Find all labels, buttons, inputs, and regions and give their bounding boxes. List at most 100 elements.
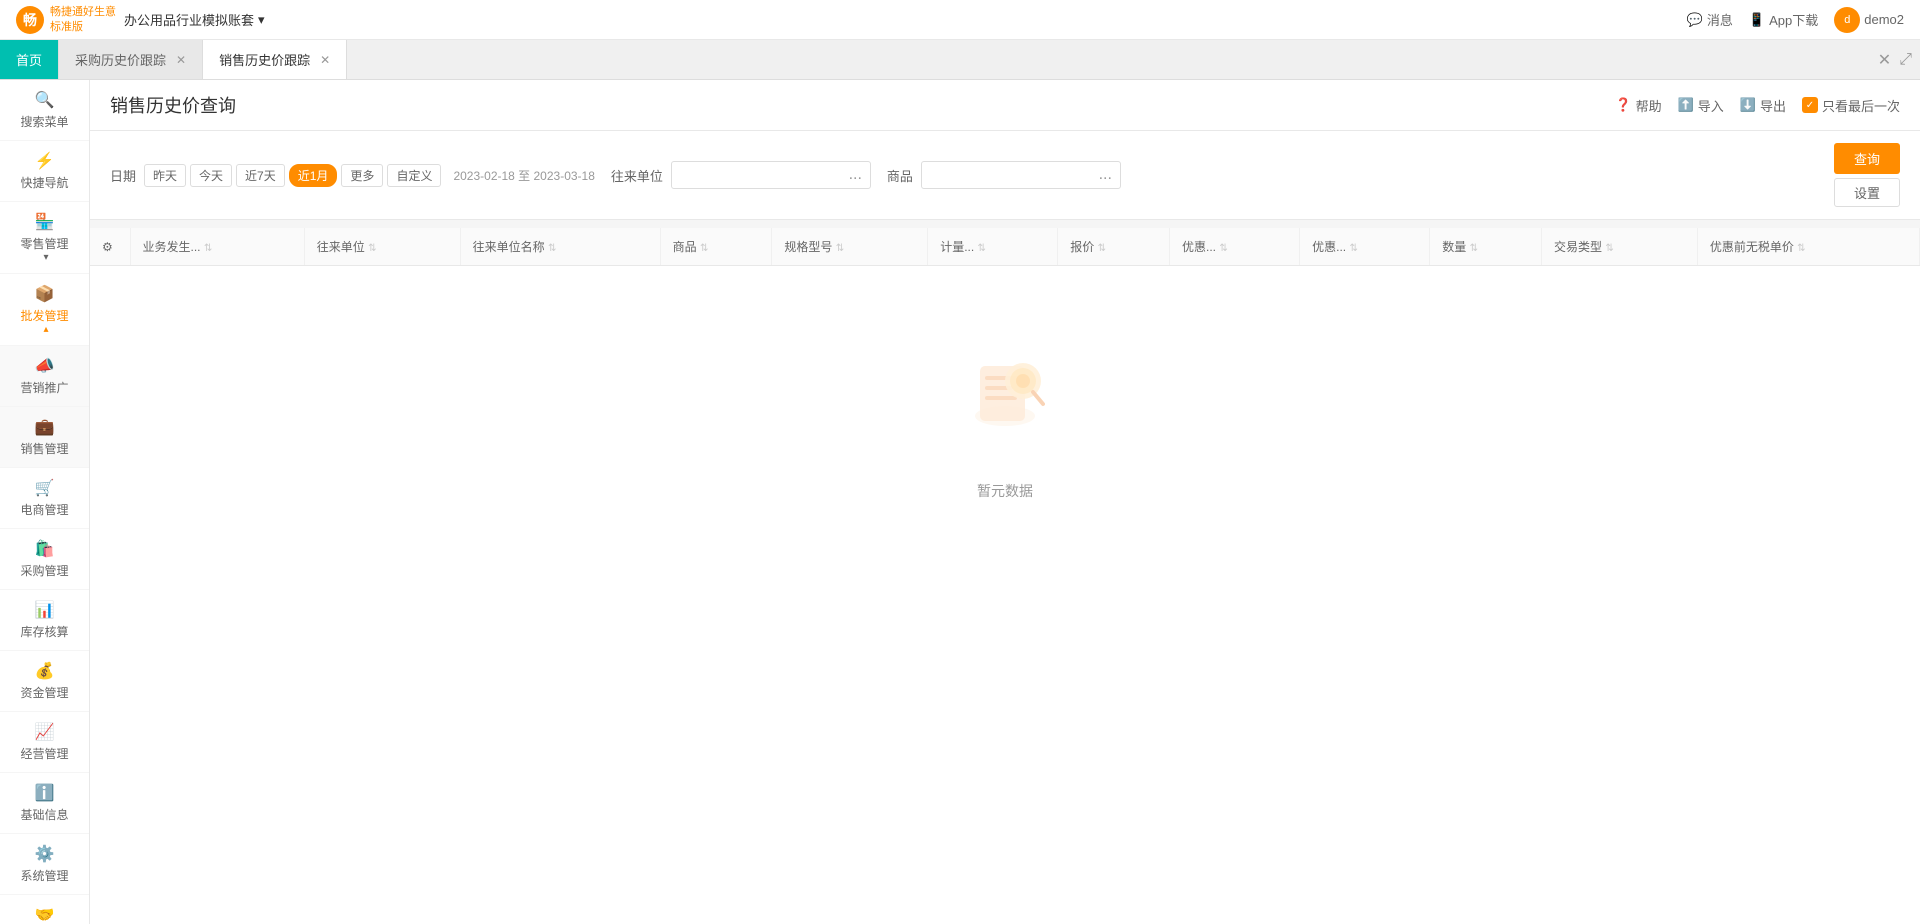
empty-icon <box>955 346 1055 465</box>
app-download-button[interactable]: 📱 App下载 <box>1749 10 1818 29</box>
message-icon: 💬 <box>1687 12 1703 28</box>
sort-icon: ⇅ <box>1470 243 1478 254</box>
table-col-discount2[interactable]: 优惠... ⇅ <box>1300 228 1430 266</box>
sidebar-item-sales-mgmt-label: 销售管理 <box>20 440 68 457</box>
logo-area: 畅 畅捷通好生意 标准版 <box>16 5 116 34</box>
only-last-checkbox[interactable]: ✓ 只看最后一次 <box>1802 96 1900 115</box>
sidebar-item-inventory[interactable]: 📊 库存核算 <box>0 590 89 651</box>
table-col-gear[interactable]: ⚙ <box>90 228 130 266</box>
maximize-tab-action[interactable]: ⤢ <box>1899 51 1912 69</box>
filter-bar: 日期 昨天 今天 近7天 近1月 更多 自定义 2023-02-18 至 202… <box>90 131 1920 220</box>
sidebar-item-operation[interactable]: 📈 经营管理 <box>0 712 89 773</box>
goods-filter-dots: ... <box>1099 166 1112 184</box>
tab-sales-history[interactable]: 销售历史价跟踪 ✕ <box>203 40 347 79</box>
tab-purchase-history-close[interactable]: ✕ <box>176 53 186 67</box>
page-header: 销售历史价查询 ❓ 帮助 ⬆️ 导入 ⬇️ 导出 ✓ 只看最后一次 <box>90 80 1920 131</box>
tab-sales-history-close[interactable]: ✕ <box>320 53 330 67</box>
main-layout: 🔍 搜索菜单 ⚡ 快捷导航 🏪 零售管理 ▾ 📦 批发管理 ▴ 📣 营销推广 💼… <box>0 80 1920 924</box>
sidebar-item-purchase[interactable]: 🛍️ 采购管理 <box>0 529 89 590</box>
ecommerce-icon: 🛒 <box>35 478 55 498</box>
sidebar-item-operation-label: 经营管理 <box>20 745 68 762</box>
topbar-left: 畅 畅捷通好生意 标准版 办公用品行业模拟账套 ▾ <box>16 5 265 34</box>
table-col-goods[interactable]: 商品 ⇅ <box>660 228 772 266</box>
empty-state: 暂元数据 <box>90 266 1920 581</box>
export-button[interactable]: ⬇️ 导出 <box>1740 96 1786 115</box>
date-btn-custom[interactable]: 自定义 <box>387 164 441 187</box>
date-buttons: 昨天 今天 近7天 近1月 更多 自定义 <box>144 164 441 187</box>
import-icon: ⬆️ <box>1678 97 1694 113</box>
table-col-spec[interactable]: 规格型号 ⇅ <box>772 228 928 266</box>
basic-icon: ℹ️ <box>35 783 55 803</box>
table-col-biz-date[interactable]: 业务发生... ⇅ <box>130 228 304 266</box>
date-filter-label: 日期 <box>110 166 136 185</box>
table-col-quote[interactable]: 报价 ⇅ <box>1058 228 1170 266</box>
table-container: ⚙ 业务发生... ⇅ 往来单位 ⇅ 往来单位名称 ⇅ <box>90 228 1920 924</box>
sidebar-item-sales-mgmt[interactable]: 💼 销售管理 <box>0 407 89 468</box>
sidebar-item-ecommerce[interactable]: 🛒 电商管理 <box>0 468 89 529</box>
data-table: ⚙ 业务发生... ⇅ 往来单位 ⇅ 往来单位名称 ⇅ <box>90 228 1920 266</box>
tab-purchase-history[interactable]: 采购历史价跟踪 ✕ <box>59 40 203 79</box>
sidebar-item-enterprise[interactable]: 🤝 企业协同 <box>0 895 89 924</box>
goods-filter-field[interactable]: ... <box>921 161 1121 189</box>
sidebar-item-ecommerce-label: 电商管理 <box>20 501 68 518</box>
sidebar-item-purchase-label: 采购管理 <box>20 562 68 579</box>
sort-icon: ⇅ <box>1605 243 1613 254</box>
date-btn-last1m[interactable]: 近1月 <box>289 164 338 187</box>
sidebar-item-search[interactable]: 🔍 搜索菜单 <box>0 80 89 141</box>
date-range-display: 2023-02-18 至 2023-03-18 <box>453 167 594 184</box>
sidebar-item-retail[interactable]: 🏪 零售管理 ▾ <box>0 202 89 274</box>
help-icon: ❓ <box>1615 97 1631 113</box>
wholesale-icon: 📦 <box>35 284 55 304</box>
filter-actions: 查询 设置 <box>1834 143 1900 207</box>
sidebar-item-wholesale[interactable]: 📦 批发管理 ▴ <box>0 274 89 346</box>
chevron-up-icon: ▴ <box>43 324 48 335</box>
sort-icon: ⇅ <box>204 243 212 254</box>
date-btn-yesterday[interactable]: 昨天 <box>144 164 186 187</box>
partner-filter-group: 往来单位 ... <box>611 161 871 189</box>
goods-filter-label: 商品 <box>887 166 913 185</box>
user-menu[interactable]: d demo2 <box>1834 7 1904 33</box>
content-area: 销售历史价查询 ❓ 帮助 ⬆️ 导入 ⬇️ 导出 ✓ 只看最后一次 <box>90 80 1920 924</box>
date-btn-more[interactable]: 更多 <box>341 164 383 187</box>
date-btn-last7[interactable]: 近7天 <box>236 164 285 187</box>
table-col-qty[interactable]: 数量 ⇅ <box>1430 228 1542 266</box>
date-filter-group: 日期 昨天 今天 近7天 近1月 更多 自定义 2023-02-18 至 202… <box>110 164 595 187</box>
tab-home[interactable]: 首页 <box>0 40 59 79</box>
chevron-down-icon: ▾ <box>43 252 48 263</box>
sidebar-item-finance-label: 资金管理 <box>20 684 68 701</box>
message-button[interactable]: 💬 消息 <box>1687 10 1733 29</box>
tabbar: 首页 采购历史价跟踪 ✕ 销售历史价跟踪 ✕ ✕ ⤢ <box>0 40 1920 80</box>
sidebar-item-shortcut-label: 快捷导航 <box>20 174 68 191</box>
table-col-partner-name[interactable]: 往来单位名称 ⇅ <box>460 228 660 266</box>
table-col-unit[interactable]: 计量... ⇅ <box>928 228 1058 266</box>
sidebar-item-marketing-label: 营销推广 <box>20 379 68 396</box>
checkbox-checked-icon: ✓ <box>1802 97 1818 113</box>
retail-icon: 🏪 <box>35 212 55 232</box>
settings-button[interactable]: 设置 <box>1834 178 1900 207</box>
date-btn-today[interactable]: 今天 <box>190 164 232 187</box>
table-col-trade-type[interactable]: 交易类型 ⇅ <box>1541 228 1697 266</box>
sort-icon: ⇅ <box>836 243 844 254</box>
query-button[interactable]: 查询 <box>1834 143 1900 174</box>
enterprise-icon: 🤝 <box>35 905 55 924</box>
sidebar-item-system[interactable]: ⚙️ 系统管理 <box>0 834 89 895</box>
sort-icon: ⇅ <box>1349 243 1357 254</box>
close-tab-action[interactable]: ✕ <box>1878 50 1891 70</box>
sidebar-item-marketing[interactable]: 📣 营销推广 <box>0 346 89 407</box>
partner-filter-field[interactable]: ... <box>671 161 871 189</box>
sidebar-item-basic-label: 基础信息 <box>20 806 68 823</box>
system-icon: ⚙️ <box>35 844 55 864</box>
table-col-pre-tax[interactable]: 优惠前无税单价 ⇅ <box>1697 228 1919 266</box>
sidebar-item-basic[interactable]: ℹ️ 基础信息 <box>0 773 89 834</box>
marketing-icon: 📣 <box>35 356 55 376</box>
table-col-discount1[interactable]: 优惠... ⇅ <box>1170 228 1300 266</box>
import-button[interactable]: ⬆️ 导入 <box>1678 96 1724 115</box>
shortcut-icon: ⚡ <box>35 151 55 171</box>
sidebar: 🔍 搜索菜单 ⚡ 快捷导航 🏪 零售管理 ▾ 📦 批发管理 ▴ 📣 营销推广 💼… <box>0 80 90 924</box>
sidebar-item-finance[interactable]: 💰 资金管理 <box>0 651 89 712</box>
help-button[interactable]: ❓ 帮助 <box>1615 96 1661 115</box>
tab-sales-history-label: 销售历史价跟踪 <box>219 50 310 69</box>
table-col-partner-code[interactable]: 往来单位 ⇅ <box>304 228 460 266</box>
sidebar-item-shortcut[interactable]: ⚡ 快捷导航 <box>0 141 89 202</box>
app-selector-dropdown[interactable]: 办公用品行业模拟账套 ▾ <box>124 10 265 29</box>
